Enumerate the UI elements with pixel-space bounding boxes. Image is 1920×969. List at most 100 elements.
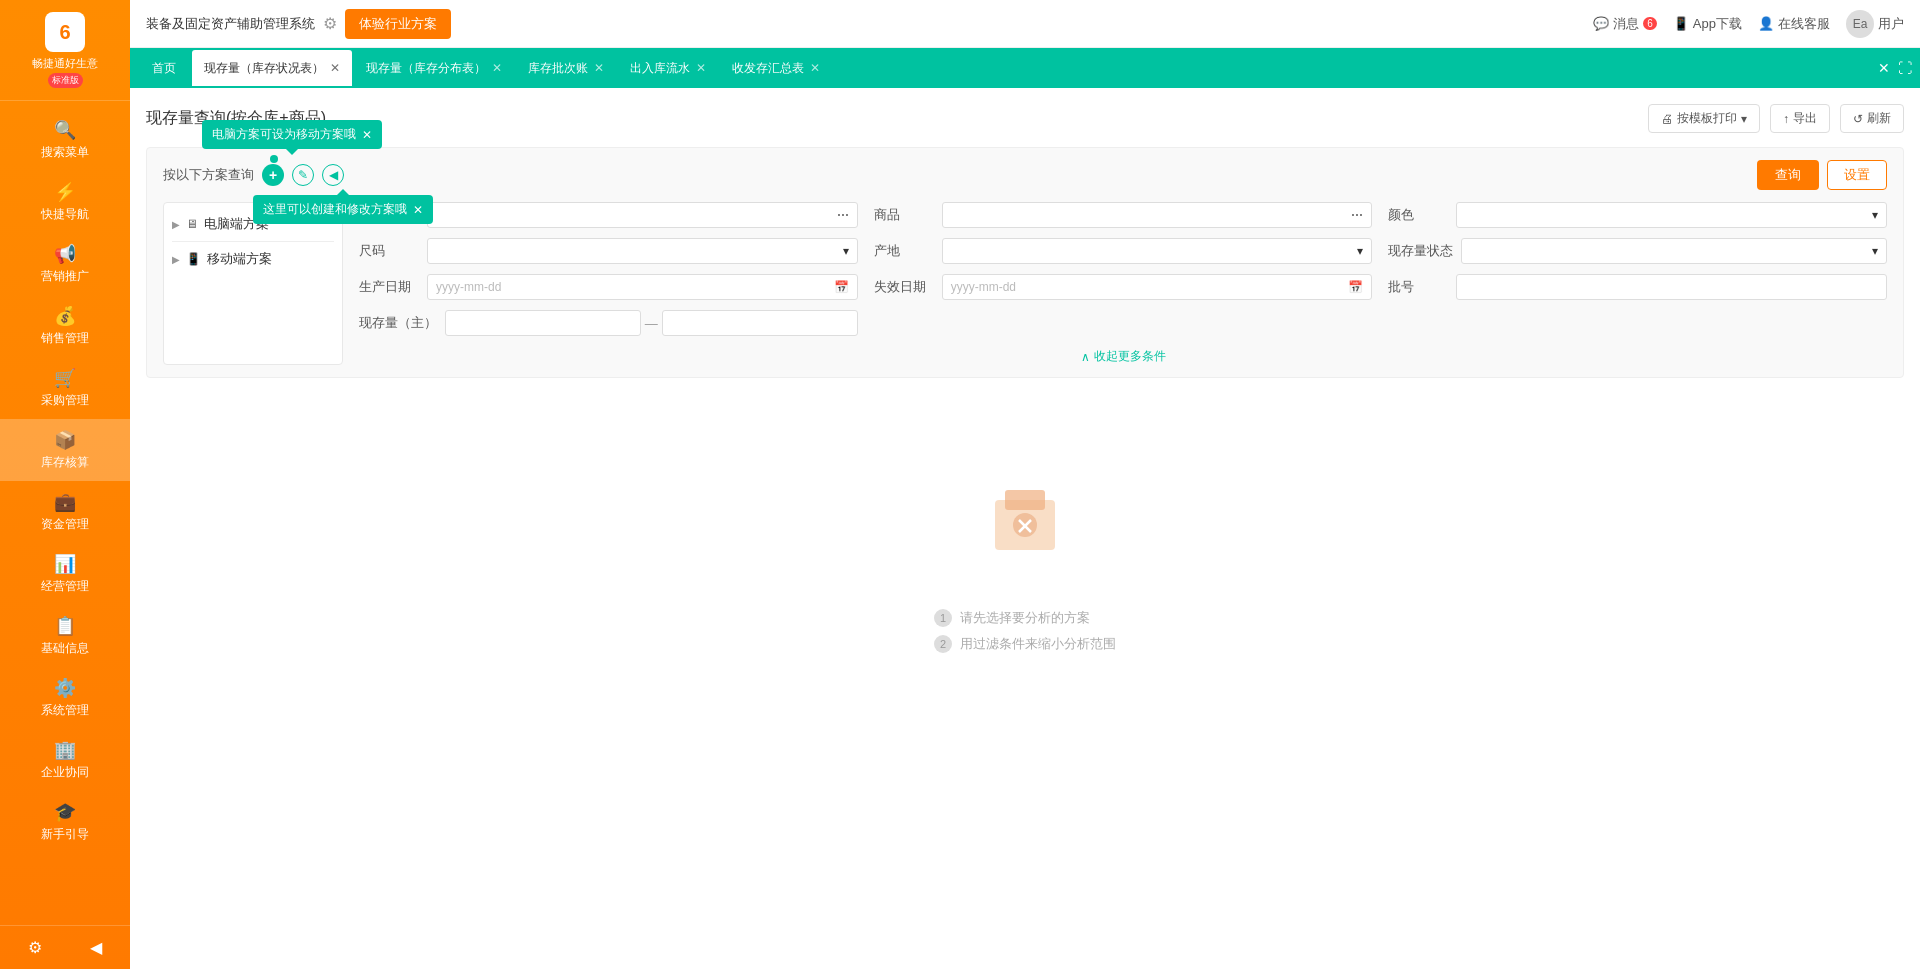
app-download-button[interactable]: 📱 App下载 [1673, 15, 1742, 33]
filter-row-stock-qty: 现存量（主） — [359, 310, 858, 336]
sidebar-item-search[interactable]: 🔍 搜索菜单 [0, 109, 130, 171]
origin-label: 产地 [874, 242, 934, 260]
sidebar-item-label: 采购管理 [41, 392, 89, 409]
sidebar-item-basic[interactable]: 📋 基础信息 [0, 605, 130, 667]
sidebar-item-purchase[interactable]: 🛒 采购管理 [0, 357, 130, 419]
sidebar-item-quicknav[interactable]: ⚡ 快捷导航 [0, 171, 130, 233]
sidebar-item-sales[interactable]: 💰 销售管理 [0, 295, 130, 357]
stock-qty-max[interactable] [662, 310, 858, 336]
batch-input[interactable] [1456, 274, 1887, 300]
export-button[interactable]: ↑ 导出 [1770, 104, 1830, 133]
empty-state: 1 请先选择要分析的方案 2 用过滤条件来缩小分析范围 [146, 390, 1904, 733]
empty-illustration [975, 470, 1075, 589]
settings-icon[interactable]: ⚙ [28, 938, 42, 957]
filter-row-stock-status: 现存量状态 ▾ [1388, 238, 1887, 264]
phone-icon: 📱 [1673, 16, 1689, 31]
filter-body: ▶ 🖥 电脑端方案 ▶ 📱 移动端方案 [163, 202, 1887, 365]
filter-row-size: 尺码 ▾ [359, 238, 858, 264]
search-icon: 🔍 [54, 119, 76, 141]
sidebar-item-enterprise[interactable]: 🏢 企业协同 [0, 729, 130, 791]
collapse-icon[interactable]: ◀ [90, 938, 102, 957]
filter-row-produce-date: 生产日期 yyyy-mm-dd 📅 [359, 274, 858, 300]
add-scheme-container: + 电脑方案可设为移动方案哦 ✕ [262, 164, 284, 186]
divider [172, 241, 334, 242]
add-scheme-button[interactable]: + [262, 164, 284, 186]
topbar-left: 装备及固定资产辅助管理系统 ⚙ 体验行业方案 [146, 9, 451, 39]
stock-qty-min[interactable] [445, 310, 641, 336]
edit-scheme-button[interactable]: ✎ 这里可以创建和修改方案哦 ✕ [292, 164, 314, 186]
size-select[interactable]: ▾ [427, 238, 858, 264]
empty-hint-1: 1 请先选择要分析的方案 [934, 609, 1116, 627]
tab-close-icon[interactable]: ✕ [594, 61, 604, 75]
refresh-button[interactable]: ↺ 刷新 [1840, 104, 1904, 133]
message-label: 消息 [1613, 15, 1639, 33]
warehouse-select[interactable]: ⋯ [427, 202, 858, 228]
message-button[interactable]: 💬 消息 6 [1593, 15, 1657, 33]
color-select[interactable]: ▾ [1456, 202, 1887, 228]
stock-qty-label: 现存量（主） [359, 314, 437, 332]
tab-dispatch-summary[interactable]: 收发存汇总表 ✕ [720, 50, 832, 86]
tab-label: 现存量（库存分布表） [366, 60, 486, 77]
tab-close-icon[interactable]: ✕ [810, 61, 820, 75]
tab-label: 库存批次账 [528, 60, 588, 77]
calendar-icon: 📅 [834, 280, 849, 294]
fullscreen-icon[interactable]: ⛶ [1898, 60, 1912, 76]
inventory-icon: 📦 [54, 429, 76, 451]
message-icon: 💬 [1593, 16, 1609, 31]
range-separator: — [645, 316, 658, 331]
purchase-icon: 🛒 [54, 367, 76, 389]
expire-date-picker[interactable]: yyyy-mm-dd 📅 [942, 274, 1373, 300]
print-icon: 🖨 [1661, 112, 1673, 126]
finance-icon: 💼 [54, 491, 76, 513]
hint-text-2: 用过滤条件来缩小分析范围 [960, 635, 1116, 653]
page-actions: 🖨 按模板打印 ▾ ↑ 导出 ↺ 刷新 [1648, 104, 1904, 133]
add-scheme-tooltip: 电脑方案可设为移动方案哦 ✕ [202, 120, 382, 149]
edit-tooltip-close-icon[interactable]: ✕ [413, 203, 423, 217]
tabbar-right: ✕ ⛶ [1878, 60, 1912, 76]
tab-close-icon[interactable]: ✕ [330, 61, 340, 75]
filter-header: 按以下方案查询 + 电脑方案可设为移动方案哦 ✕ ✎ 这里可以 [163, 160, 1887, 190]
origin-select[interactable]: ▾ [942, 238, 1373, 264]
tab-close-icon[interactable]: ✕ [492, 61, 502, 75]
tab-inventory-dist[interactable]: 现存量（库存分布表） ✕ [354, 50, 514, 86]
online-support-label: 在线客服 [1778, 15, 1830, 33]
arrow-scheme-button[interactable]: ◀ [322, 164, 344, 186]
stock-qty-range: — [445, 310, 858, 336]
user-menu[interactable]: Ea 用户 [1846, 10, 1904, 38]
calendar-icon: 📅 [1348, 280, 1363, 294]
goods-select[interactable]: ⋯ [942, 202, 1373, 228]
reset-button[interactable]: 设置 [1827, 160, 1887, 190]
tab-close-icon[interactable]: ✕ [696, 61, 706, 75]
print-button[interactable]: 🖨 按模板打印 ▾ [1648, 104, 1760, 133]
batch-label: 批号 [1388, 278, 1448, 296]
dots-icon: ⋯ [1351, 208, 1363, 222]
sidebar-item-guide[interactable]: 🎓 新手引导 [0, 791, 130, 853]
stock-status-select[interactable]: ▾ [1461, 238, 1887, 264]
sidebar-item-marketing[interactable]: 📢 营销推广 [0, 233, 130, 295]
plan-button[interactable]: 体验行业方案 [345, 9, 451, 39]
sidebar-item-inventory[interactable]: 📦 库存核算 [0, 419, 130, 481]
search-button[interactable]: 查询 [1757, 160, 1819, 190]
scheme-group-mobile-header[interactable]: ▶ 📱 移动端方案 [172, 246, 334, 272]
produce-date-picker[interactable]: yyyy-mm-dd 📅 [427, 274, 858, 300]
tab-batch-account[interactable]: 库存批次账 ✕ [516, 50, 616, 86]
sidebar-item-system[interactable]: ⚙️ 系统管理 [0, 667, 130, 729]
close-all-tabs-icon[interactable]: ✕ [1878, 60, 1890, 76]
sidebar-item-label: 系统管理 [41, 702, 89, 719]
user-label: 用户 [1878, 15, 1904, 33]
tab-home[interactable]: 首页 [138, 50, 190, 86]
sidebar-item-finance[interactable]: 💼 资金管理 [0, 481, 130, 543]
tooltip-close-icon[interactable]: ✕ [362, 128, 372, 142]
page-content: 现存量查询(按仓库+商品) 🖨 按模板打印 ▾ ↑ 导出 ↺ 刷新 [130, 88, 1920, 969]
collapse-filter-button[interactable]: ∧ 收起更多条件 [359, 348, 1887, 365]
sidebar-bottom: ⚙ ◀ [0, 925, 130, 969]
filter-row-batch: 批号 [1388, 274, 1887, 300]
topbar-gear-icon[interactable]: ⚙ [323, 14, 337, 33]
expire-date-placeholder: yyyy-mm-dd [951, 280, 1016, 294]
filter-row-goods: 商品 ⋯ [874, 202, 1373, 228]
online-support-button[interactable]: 👤 在线客服 [1758, 15, 1830, 33]
sidebar-item-operation[interactable]: 📊 经营管理 [0, 543, 130, 605]
chevron-down-icon: ▾ [1872, 208, 1878, 222]
tab-inout-flow[interactable]: 出入库流水 ✕ [618, 50, 718, 86]
tab-inventory-status[interactable]: 现存量（库存状况表） ✕ [192, 50, 352, 86]
